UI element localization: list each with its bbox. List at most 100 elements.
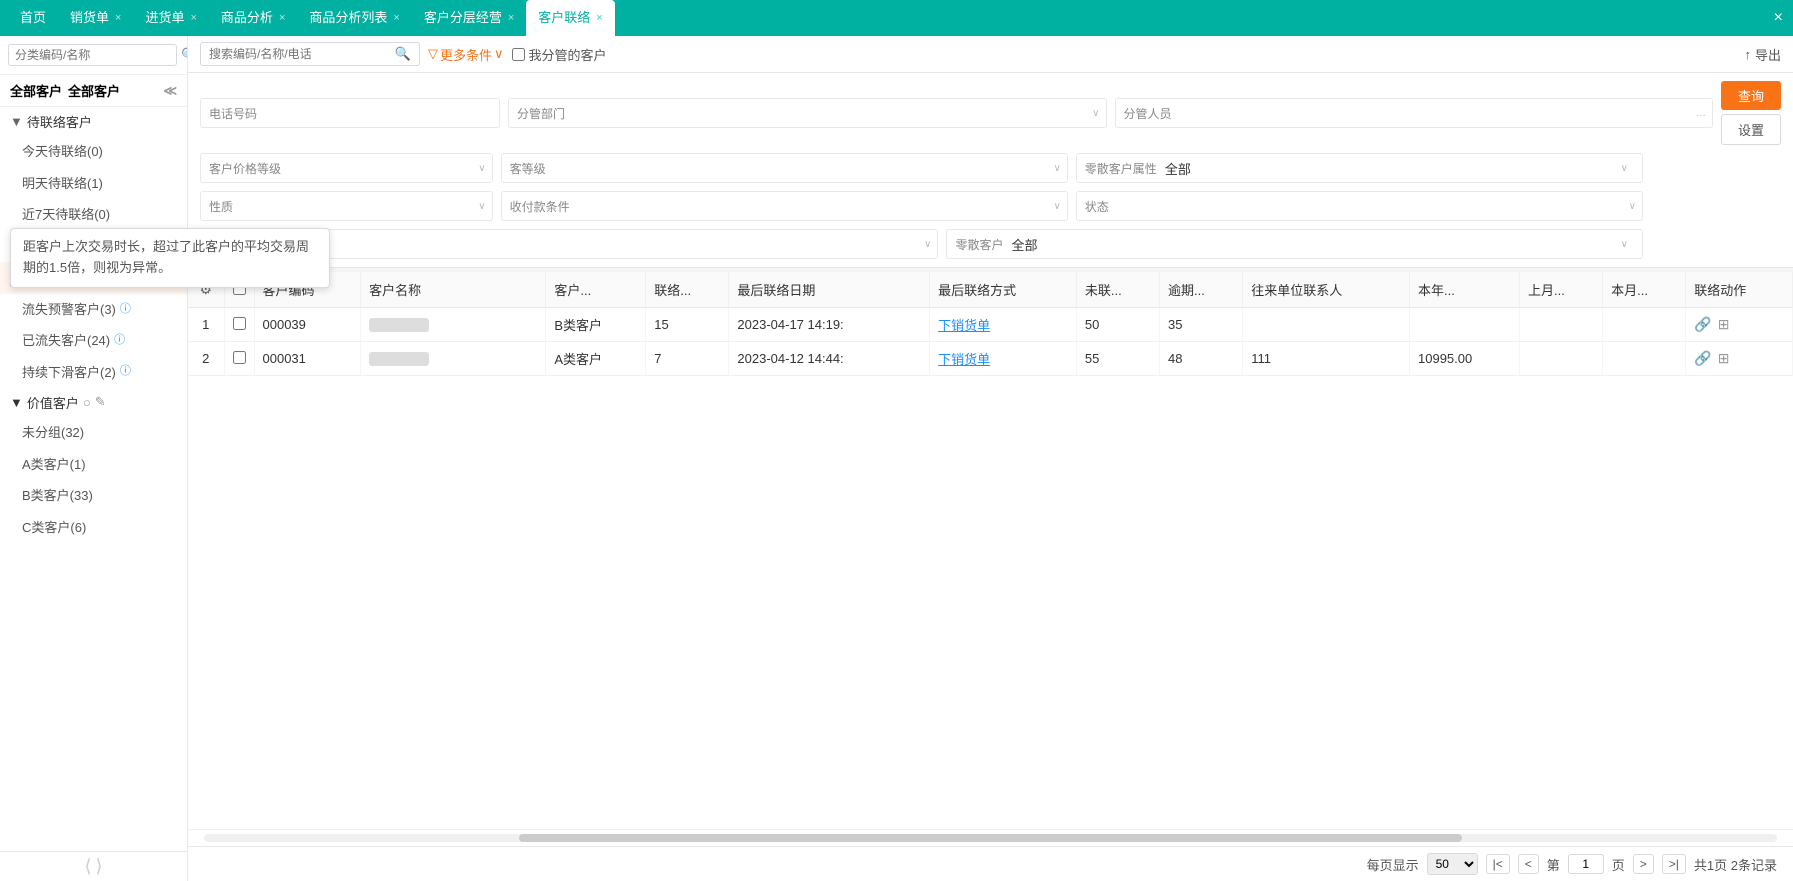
col-customer-level: 客户... [546, 272, 646, 308]
close-analysis-icon[interactable]: × [279, 0, 285, 36]
lost-warning-info-icon[interactable]: ⓘ [120, 300, 131, 320]
row1-actions-cell: 🔗 ⊞ [1694, 316, 1784, 333]
page-input[interactable] [1568, 854, 1604, 874]
col-this-month: 本月... [1603, 272, 1686, 308]
status-filter-cell[interactable]: 状态 ∨ [1076, 191, 1643, 221]
my-customers-checkbox[interactable]: 我分管的客户 [512, 45, 607, 64]
sidebar-item-b-class[interactable]: B类客户(33) [0, 480, 187, 512]
sidebar-all-customers[interactable]: 全部客户 全部客户 ≪ [0, 75, 187, 107]
price-level-chevron-icon: ∨ [478, 163, 485, 174]
payment-filter-cell[interactable]: 收付款条件 ∨ [501, 191, 1068, 221]
phone-filter-cell[interactable]: 电话号码 [200, 98, 500, 128]
row2-grid-icon[interactable]: ⊞ [1718, 350, 1730, 367]
nav-item-customer-tier[interactable]: 客户分层经营 × [412, 0, 526, 36]
prev-page-button[interactable]: < [1518, 854, 1539, 874]
sidebar-item-today[interactable]: 今天待联络(0) [0, 136, 187, 168]
scrollbar-thumb[interactable] [519, 834, 1463, 842]
already-lost-info-icon[interactable]: ⓘ [114, 331, 125, 351]
row1-num: 1 [188, 308, 224, 342]
gender-filter-cell[interactable]: 性质 ∨ [200, 191, 493, 221]
close-sales-icon[interactable]: × [115, 0, 121, 36]
close-purchase-icon[interactable]: × [190, 0, 196, 36]
my-customers-check[interactable] [512, 48, 525, 61]
col-related-person: 往来单位联系人 [1243, 272, 1410, 308]
sidebar-search-icon[interactable]: 🔍 [181, 47, 188, 63]
row2-related-person: 111 [1243, 342, 1410, 376]
nav-item-home[interactable]: 首页 [8, 0, 58, 36]
status-label: 状态 [1085, 198, 1109, 215]
close-all-tabs-button[interactable]: × [1774, 9, 1783, 27]
nav-item-analysis-list[interactable]: 商品分析列表 × [297, 0, 411, 36]
export-button[interactable]: ↑ 导出 [1744, 45, 1781, 64]
waiting-group-arrow: ▼ [10, 114, 23, 129]
price-level-filter-cell[interactable]: 客户价格等级 ∨ [200, 153, 493, 183]
nav-item-customer-contact[interactable]: 客户联络 × [526, 0, 614, 36]
query-button[interactable]: 查询 [1721, 81, 1781, 110]
horizontal-scrollbar[interactable] [204, 834, 1777, 842]
per-page-select[interactable]: 50 100 200 [1427, 853, 1478, 875]
export-icon: ↑ [1744, 47, 1751, 62]
sidebar-item-lost-warning[interactable]: 流失预警客户(3) ⓘ [0, 294, 187, 325]
col-this-year: 本年... [1410, 272, 1520, 308]
table-body: 1 000039 B类客户 [188, 308, 1793, 376]
value-customers-edit-icon[interactable]: ○ [83, 395, 91, 410]
retail-customer-filter-cell[interactable]: 零散客户 全部 ∨ [946, 229, 1643, 259]
price-level-label: 客户价格等级 [209, 160, 281, 177]
search-icon[interactable]: 🔍 [395, 46, 411, 62]
nav-item-analysis[interactable]: 商品分析 × [209, 0, 297, 36]
sidebar-item-tomorrow[interactable]: 明天待联络(1) [0, 168, 187, 200]
row2-not-contacted: 55 [1076, 342, 1159, 376]
manager-filter-cell[interactable]: 分管人员 … [1115, 98, 1714, 128]
dept-filter-cell[interactable]: 分管部门 ∨ [508, 98, 1107, 128]
last-page-button[interactable]: >| [1662, 854, 1686, 874]
sidebar-item-a-class[interactable]: A类客户(1) [0, 449, 187, 481]
row2-this-month [1603, 342, 1686, 376]
nav-item-purchase[interactable]: 进货单 × [133, 0, 208, 36]
sidebar-item-unclassified[interactable]: 未分组(32) [0, 417, 187, 449]
col-customer-name: 客户名称 [361, 272, 546, 308]
manager-chevron-icon: … [1696, 108, 1706, 119]
customer-type-filter-cell[interactable]: 客户类型 ∨ [242, 229, 939, 259]
phone-label: 电话号码 [209, 105, 257, 122]
table-header-row: ⚙ 客户编码 客户名称 客户... [188, 272, 1793, 308]
col-not-contacted: 未联... [1076, 272, 1159, 308]
row2-checkbox[interactable] [224, 342, 254, 376]
settings-button[interactable]: 设置 [1721, 114, 1781, 145]
sidebar-collapse-icon[interactable]: ≪ [163, 83, 177, 99]
row1-related-person [1243, 308, 1410, 342]
row1-check[interactable] [233, 317, 246, 330]
customer-type-chevron-icon: ∨ [924, 239, 931, 250]
filter-icon: ▽ [428, 46, 438, 62]
sidebar-content: ▼ 待联络客户 今天待联络(0) 明天待联络(1) 近7天待联络(0) 逾期未联… [0, 107, 187, 851]
search-input[interactable] [209, 47, 395, 61]
nav-item-sales[interactable]: 销货单 × [58, 0, 133, 36]
customer-level-filter-cell[interactable]: 客等级 ∨ [501, 153, 1068, 183]
sidebar-item-c-class[interactable]: C类客户(6) [0, 512, 187, 544]
row2-check[interactable] [233, 351, 246, 364]
next-page-button[interactable]: > [1633, 854, 1654, 874]
row1-this-month [1603, 308, 1686, 342]
row2-name [361, 342, 546, 376]
sidebar-search-input[interactable] [8, 44, 177, 66]
close-customer-tier-icon[interactable]: × [508, 0, 514, 36]
row1-grid-icon[interactable]: ⊞ [1718, 316, 1730, 333]
row2-link-icon[interactable]: 🔗 [1694, 350, 1711, 367]
sidebar-item-declining[interactable]: 持续下滑客户(2) ⓘ [0, 357, 187, 388]
first-page-button[interactable]: |< [1486, 854, 1510, 874]
sidebar-waiting-group[interactable]: ▼ 待联络客户 [0, 107, 187, 136]
row1-link-icon[interactable]: 🔗 [1694, 316, 1711, 333]
row2-last-method: 下销货单 [930, 342, 1077, 376]
declining-info-icon[interactable]: ⓘ [120, 362, 131, 382]
close-analysis-list-icon[interactable]: × [393, 0, 399, 36]
close-customer-contact-icon[interactable]: × [596, 0, 602, 36]
sidebar-item-7days[interactable]: 近7天待联络(0) [0, 199, 187, 231]
retail-attr-filter-cell[interactable]: 零散客户属性 全部 ∨ [1076, 153, 1643, 183]
value-customers-settings-icon[interactable]: ✎ [95, 394, 106, 410]
tooltip-box: 距客户上次交易时长，超过了此客户的平均交易周期的1.5倍，则视为异常。 [10, 228, 187, 288]
row1-checkbox[interactable] [224, 308, 254, 342]
sidebar-item-already-lost[interactable]: 已流失客户(24) ⓘ [0, 325, 187, 356]
col-last-contact-method: 最后联络方式 [930, 272, 1077, 308]
more-conditions-button[interactable]: ▽ 更多条件 ∨ [428, 45, 504, 64]
row2-num: 2 [188, 342, 224, 376]
content-area: 🔍 ▽ 更多条件 ∨ 我分管的客户 ↑ 导出 电话号码 [188, 36, 1793, 881]
